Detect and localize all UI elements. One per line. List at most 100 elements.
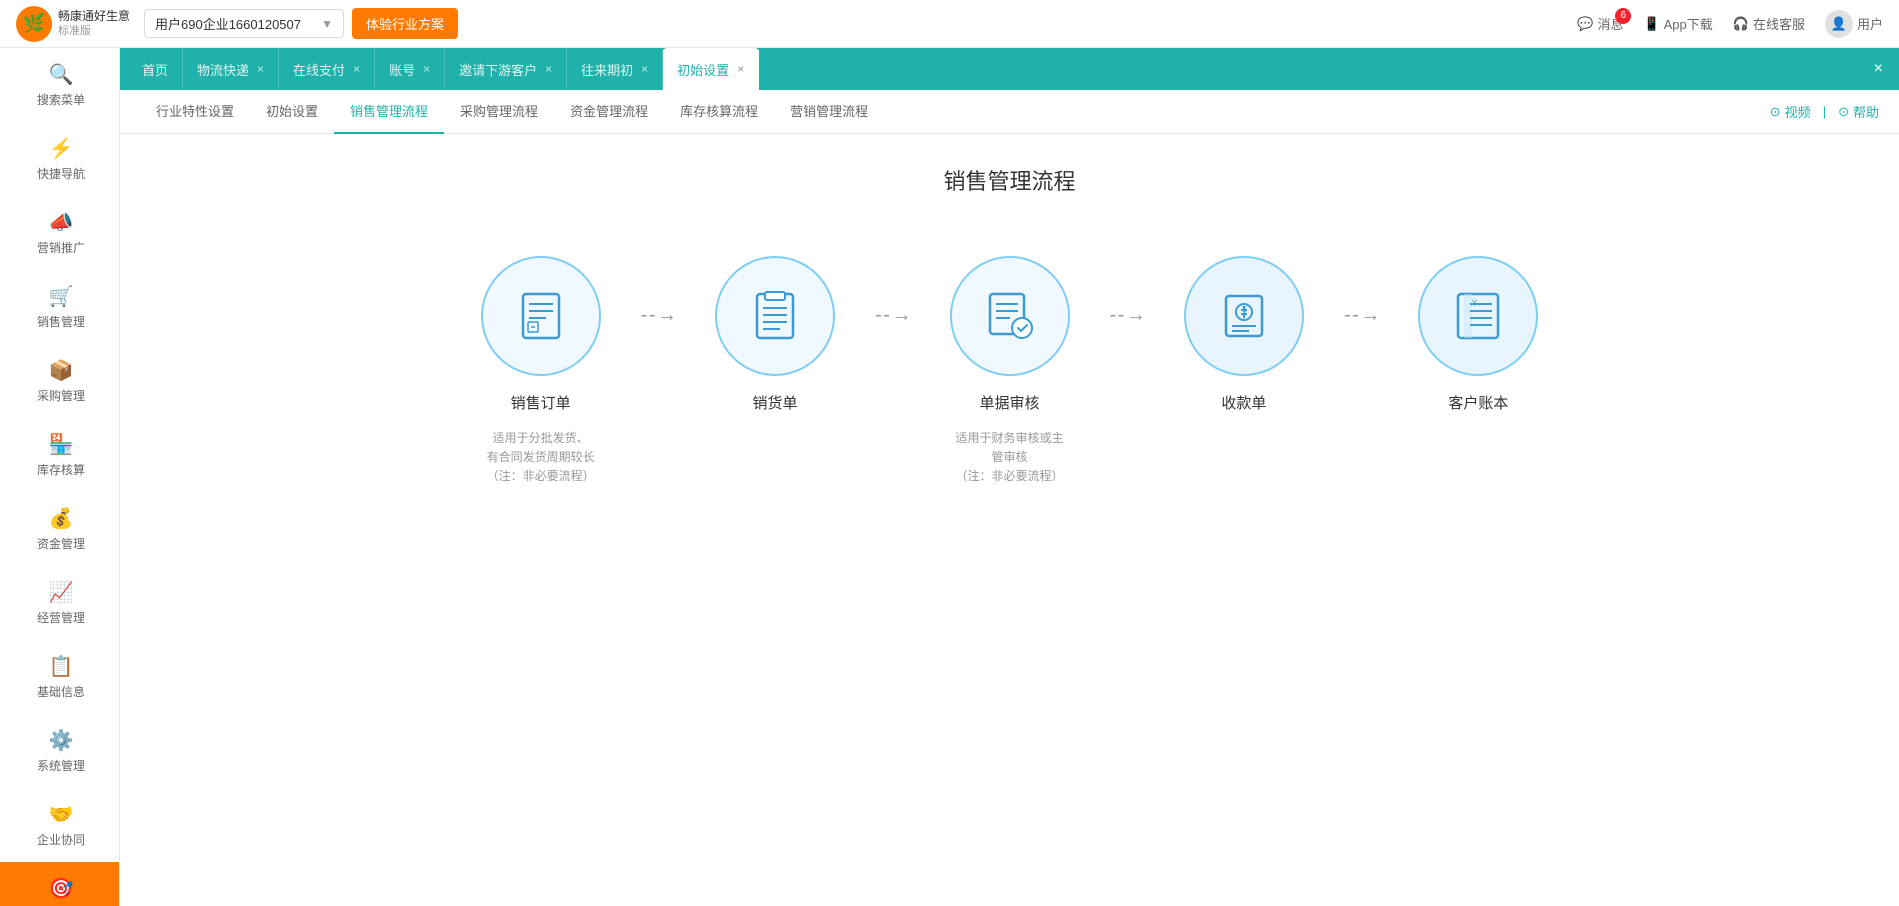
cart-icon: 🛒 [49,284,74,309]
flow-circle-doc-review [950,256,1070,376]
logo-title: 畅康通好生意 [58,9,130,25]
app-icon: 📱 [1643,16,1659,32]
flow-desc-sales-order: 适用于分批发货、有合同发货周期较长（注：非必要流程） [487,429,595,487]
sidebar-item-finance[interactable]: 💰 资金管理 [0,492,119,566]
tab-account[interactable]: 账号 × [375,48,445,90]
handshake-icon: 🤝 [49,802,74,827]
search-icon: 🔍 [49,62,74,87]
flow-label-sales-slip: 销货单 [753,392,798,413]
tab-payment[interactable]: 在线支付 × [279,48,375,90]
sidebar-item-sales[interactable]: 🛒 销售管理 [0,270,119,344]
subtab-sales-flow-label: 销售管理流程 [350,101,428,120]
subtab-marketing-flow-label: 营销管理流程 [790,101,868,120]
tab-initial-setup[interactable]: 初始设置 × [663,48,759,90]
sidebar-label-system: 系统管理 [37,757,85,774]
tab-logistics[interactable]: 物流快递 × [183,48,279,90]
flow-step-doc-review: 单据审核 适用于财务审核或主管审核（注：非必要流程） [920,256,1100,487]
sub-tabs: 行业特性设置 初始设置 销售管理流程 采购管理流程 资金管理流程 库存核算流程 … [120,90,1899,134]
sidebar-item-marketing[interactable]: 📣 营销推广 [0,196,119,270]
sub-tab-actions: ⊙ 视频 | ⊙ 帮助 [1770,102,1879,121]
tab-period-start[interactable]: 往来期初 × [567,48,663,90]
subtab-marketing-flow[interactable]: 营销管理流程 [774,90,884,134]
sidebar-item-inventory[interactable]: 🏪 库存核算 [0,418,119,492]
page-content: 销售管理流程 销售订单 适用于 [120,134,1899,906]
sidebar-label-quicknav: 快捷导航 [37,165,85,182]
sidebar-item-basicinfo[interactable]: 📋 基础信息 [0,640,119,714]
sidebar-label-sales: 销售管理 [37,313,85,330]
svg-text:¥: ¥ [1471,298,1478,308]
flow-label-customer-ledger: 客户账本 [1448,392,1508,413]
content-area: 首页 物流快递 × 在线支付 × 账号 × 邀请下游客户 × 往来期初 × [120,48,1899,906]
divider: | [1823,104,1826,119]
top-bar: 🌿 畅康通好生意 标准版 用户690企业1660120507 ▼ 体验行业方案 … [0,0,1899,48]
flow-arrow-3: - - → [1100,304,1154,327]
tab-invite-close[interactable]: × [545,62,552,76]
help-action[interactable]: ⊙ 帮助 [1838,102,1879,121]
help-label: 帮助 [1853,102,1879,121]
service-label: 在线客服 [1753,14,1805,33]
app-label: App下载 [1664,14,1713,33]
sidebar-item-search[interactable]: 🔍 搜索菜单 [0,48,119,122]
customer-service-action[interactable]: 🎧 在线客服 [1733,14,1805,33]
flow-circle-sales-order [481,256,601,376]
gear-icon: ⚙️ [49,728,74,753]
sidebar-label-marketing: 营销推广 [37,239,85,256]
tab-initial-setup-close[interactable]: × [737,62,744,76]
sidebar-label-enterprise-coop: 企业协同 [37,831,85,848]
tab-home[interactable]: 首页 [128,48,183,90]
tab-period-start-close[interactable]: × [641,62,648,76]
sidebar-item-purchase[interactable]: 📦 采购管理 [0,344,119,418]
flow-arrow-4: - - → [1334,304,1388,327]
store-icon: 🏪 [49,432,74,457]
tab-initial-setup-label: 初始设置 [677,60,729,79]
tab-home-label: 首页 [142,60,168,79]
tab-invite[interactable]: 邀请下游客户 × [445,48,567,90]
lightning-icon: ⚡ [49,136,74,161]
sidebar-item-enterprise-coop[interactable]: 🤝 企业协同 [0,788,119,862]
subtab-inventory-flow-label: 库存核算流程 [680,101,758,120]
sidebar-item-system[interactable]: ⚙️ 系统管理 [0,714,119,788]
sidebar-label-operations: 经营管理 [37,609,85,626]
top-bar-right: 💬 消息 6 📱 App下载 🎧 在线客服 👤 用户 [1577,10,1883,38]
user-selector[interactable]: 用户690企业1660120507 ▼ [144,9,344,38]
subtab-initial-setup[interactable]: 初始设置 [250,90,334,134]
sidebar-label-inventory: 库存核算 [37,461,85,478]
flow-circle-customer-ledger: ¥ [1418,256,1538,376]
nav-tabs: 首页 物流快递 × 在线支付 × 账号 × 邀请下游客户 × 往来期初 × [120,48,1899,90]
page-title: 销售管理流程 [160,164,1859,196]
video-action[interactable]: ⊙ 视频 [1770,102,1811,121]
subtab-purchase-flow-label: 采购管理流程 [460,101,538,120]
video-label: 视频 [1785,102,1811,121]
flow-label-receipt: 收款单 [1221,392,1266,413]
chart-icon: 📈 [49,580,74,605]
subtab-purchase-flow[interactable]: 采购管理流程 [444,90,554,134]
tab-logistics-close[interactable]: × [257,62,264,76]
app-download-action[interactable]: 📱 App下载 [1643,14,1712,33]
flow-diagram: 销售订单 适用于分批发货、有合同发货周期较长（注：非必要流程） - - → [160,256,1859,487]
avatar: 👤 [1825,10,1853,38]
flow-step-customer-ledger: ¥ 客户账本 [1388,256,1568,429]
sidebar-label-basicinfo: 基础信息 [37,683,85,700]
message-badge: 6 [1615,8,1631,24]
close-all-button[interactable]: × [1866,60,1891,78]
subtab-inventory-flow[interactable]: 库存核算流程 [664,90,774,134]
sidebar-item-quicknav[interactable]: ⚡ 快捷导航 [0,122,119,196]
tab-account-label: 账号 [389,60,415,79]
subtab-industry-settings[interactable]: 行业特性设置 [140,90,250,134]
sidebar-label-finance: 资金管理 [37,535,85,552]
message-action[interactable]: 💬 消息 6 [1577,14,1623,33]
tab-account-close[interactable]: × [423,62,430,76]
flow-desc-doc-review: 适用于财务审核或主管审核（注：非必要流程） [955,429,1063,487]
user-action[interactable]: 👤 用户 [1825,10,1883,38]
tab-invite-label: 邀请下游客户 [459,60,537,79]
sidebar-item-newbie[interactable]: 🎯 新手引导 [0,862,119,906]
subtab-finance-flow[interactable]: 资金管理流程 [554,90,664,134]
sidebar-item-operations[interactable]: 📈 经营管理 [0,566,119,640]
box-icon: 📦 [49,358,74,383]
sidebar-label-search: 搜索菜单 [37,91,85,108]
trial-button[interactable]: 体验行业方案 [352,8,458,39]
tab-payment-close[interactable]: × [353,62,360,76]
flow-step-sales-order: 销售订单 适用于分批发货、有合同发货周期较长（注：非必要流程） [451,256,631,487]
subtab-sales-flow[interactable]: 销售管理流程 [334,90,444,134]
target-icon: 🎯 [49,876,74,901]
